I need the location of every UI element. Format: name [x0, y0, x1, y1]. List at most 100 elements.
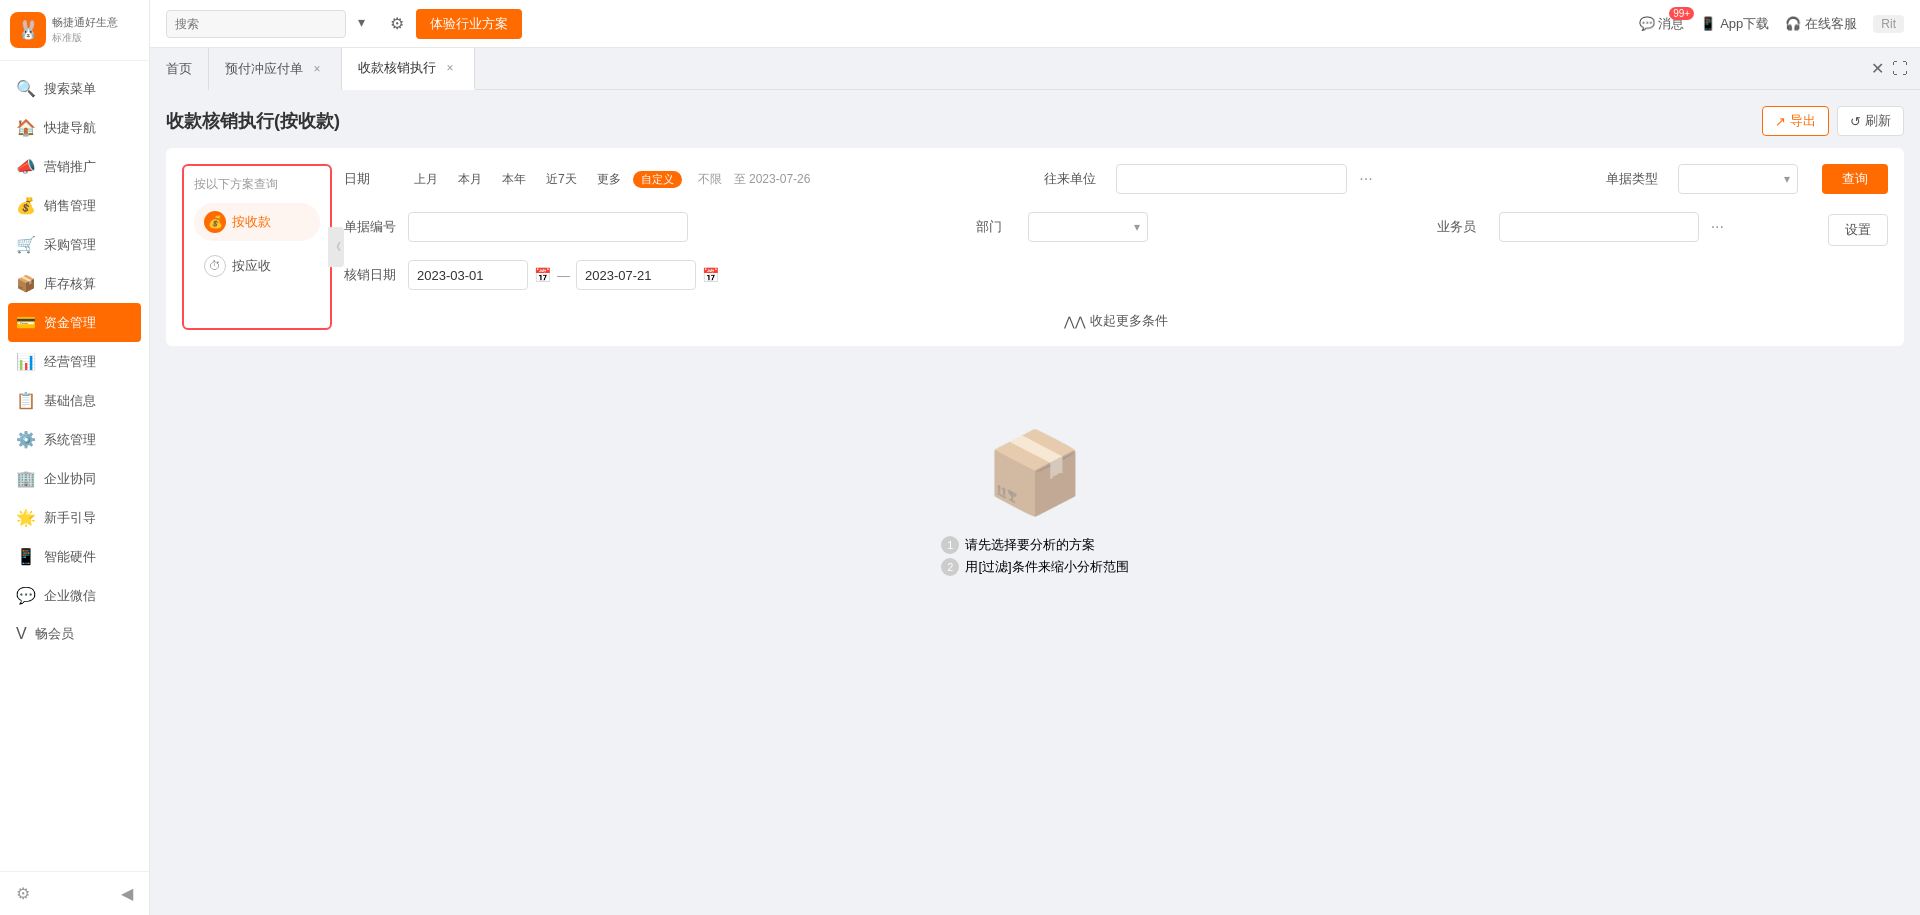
topbar-left: ▾ ⚙ 体验行业方案: [166, 9, 522, 39]
logo-icon: 🐰: [10, 12, 46, 48]
verify-date-label: 核销日期: [344, 266, 396, 284]
export-icon: ↗: [1775, 114, 1786, 129]
sales-more-icon[interactable]: ···: [1711, 218, 1724, 236]
dept-label: 部门: [976, 218, 1016, 236]
industry-btn[interactable]: 体验行业方案: [416, 9, 522, 39]
refresh-btn[interactable]: ↺ 刷新: [1837, 106, 1904, 136]
filter-sidebar: 按以下方案查询 💰 按收款 ⏱ 按应收 《: [182, 164, 332, 330]
tab-expand-icon[interactable]: ⛶: [1892, 60, 1908, 78]
system-icon: ⚙️: [16, 430, 36, 449]
sidebar-item-marketing[interactable]: 📣 营销推广: [0, 147, 149, 186]
tab-home[interactable]: 首页: [150, 48, 209, 90]
sidebar: 🐰 畅捷通好生意 标准版 🔍 搜索菜单 🏠 快捷导航 📣 营销推广 💰 销售管理…: [0, 0, 150, 915]
sidebar-item-inventory[interactable]: 📦 库存核算: [0, 264, 149, 303]
topbar-message[interactable]: 💬 消息 99+: [1639, 15, 1685, 33]
sidebar-item-guide[interactable]: 🌟 新手引导: [0, 498, 149, 537]
home-icon: 🏠: [16, 118, 36, 137]
empty-tip-2: 2 用[过滤]条件来缩小分析范围: [941, 558, 1128, 576]
date-label: 日期: [344, 170, 394, 188]
tab-collect-close[interactable]: ×: [442, 60, 458, 76]
doc-no-label: 单据编号: [344, 218, 396, 236]
filter-fields-container: 日期 上月 本月 本年 近7天 更多 自定义 不限 至 2023-07-26 往…: [344, 164, 1888, 330]
sidebar-item-hardware[interactable]: 📱 智能硬件: [0, 537, 149, 576]
empty-tip-1: 1 请先选择要分析的方案: [941, 536, 1128, 554]
operation-icon: 📊: [16, 352, 36, 371]
topbar-app-download[interactable]: 📱 App下载: [1700, 15, 1769, 33]
topbar-right: 💬 消息 99+ 📱 App下载 🎧 在线客服 Rit: [1639, 15, 1904, 33]
tab-prepay[interactable]: 预付冲应付单 ×: [209, 48, 342, 90]
page-title: 收款核销执行(按收款): [166, 109, 340, 133]
sidebar-item-operation[interactable]: 📊 经营管理: [0, 342, 149, 381]
verify-date-end-input[interactable]: [576, 260, 696, 290]
counterpart-input[interactable]: [1116, 164, 1347, 194]
sidebar-logo: 🐰 畅捷通好生意 标准版: [0, 0, 149, 61]
filter-sidebar-collapse-btn[interactable]: 《: [328, 227, 344, 267]
topbar-search-input[interactable]: [166, 10, 346, 38]
tab-close-all-icon[interactable]: ✕: [1871, 59, 1884, 78]
receivable-option-icon: ⏱: [204, 255, 226, 277]
doc-no-input[interactable]: [408, 212, 688, 242]
date-btn-more[interactable]: 更多: [589, 168, 629, 191]
date-btn-this-month[interactable]: 本月: [450, 168, 490, 191]
counterpart-label: 往来单位: [1044, 170, 1104, 188]
dept-select-wrap: [1028, 212, 1148, 242]
topbar-gear-icon[interactable]: ⚙: [390, 14, 404, 33]
page-title-bar: 收款核销执行(按收款) ↗ 导出 ↺ 刷新: [166, 106, 1904, 136]
export-btn[interactable]: ↗ 导出: [1762, 106, 1829, 136]
collapse-up-icon: ⋀⋀: [1064, 314, 1086, 329]
tabbar-actions: ✕ ⛶: [1871, 59, 1920, 78]
sidebar-footer: ⚙ ◀: [0, 871, 149, 915]
query-btn[interactable]: 查询: [1822, 164, 1888, 194]
collapse-more-btn[interactable]: ⋀⋀ 收起更多条件: [1064, 312, 1168, 330]
setting-btn[interactable]: 设置: [1828, 214, 1888, 246]
topbar-user[interactable]: Rit: [1873, 15, 1904, 33]
page-content: 收款核销执行(按收款) ↗ 导出 ↺ 刷新 按以下方案查询 💰 按收款: [150, 90, 1920, 915]
app-icon: 📱: [1700, 16, 1716, 31]
verify-date-range: 📅 — 📅: [408, 260, 719, 290]
sidebar-item-sales[interactable]: 💰 销售管理: [0, 186, 149, 225]
sidebar-item-basic[interactable]: 📋 基础信息: [0, 381, 149, 420]
verify-date-start-input[interactable]: [408, 260, 528, 290]
sidebar-item-system[interactable]: ⚙️ 系统管理: [0, 420, 149, 459]
message-icon: 💬: [1639, 16, 1655, 31]
dept-select[interactable]: [1028, 212, 1148, 242]
sales-icon: 💰: [16, 196, 36, 215]
inventory-icon: 📦: [16, 274, 36, 293]
verify-date-end-calendar-icon[interactable]: 📅: [702, 267, 719, 283]
filter-row-1: 日期 上月 本月 本年 近7天 更多 自定义 不限 至 2023-07-26 往…: [344, 164, 1888, 194]
empty-state: 📦 1 请先选择要分析的方案 2 用[过滤]条件来缩小分析范围: [166, 346, 1904, 660]
filter-option-by-collect[interactable]: 💰 按收款: [194, 203, 320, 241]
verify-date-start-calendar-icon[interactable]: 📅: [534, 267, 551, 283]
counterpart-more-icon[interactable]: ···: [1359, 170, 1372, 188]
tabbar: 首页 预付冲应付单 × 收款核销执行 × ✕ ⛶: [150, 48, 1920, 90]
filter-row-3: 核销日期 📅 — 📅: [344, 260, 1888, 290]
hardware-icon: 📱: [16, 547, 36, 566]
filter-option-by-receivable[interactable]: ⏱ 按应收: [194, 247, 320, 285]
date-quick-group: 上月 本月 本年 近7天 更多 自定义: [406, 168, 682, 191]
doc-type-select[interactable]: [1678, 164, 1798, 194]
sidebar-item-finance[interactable]: 💳 资金管理: [8, 303, 141, 342]
topbar-online-service[interactable]: 🎧 在线客服: [1785, 15, 1857, 33]
sidebar-item-quick-nav[interactable]: 🏠 快捷导航: [0, 108, 149, 147]
doc-type-label: 单据类型: [1606, 170, 1666, 188]
sidebar-item-enterprise[interactable]: 🏢 企业协同: [0, 459, 149, 498]
sidebar-item-search[interactable]: 🔍 搜索菜单: [0, 69, 149, 108]
sidebar-item-wechat[interactable]: 💬 企业微信: [0, 576, 149, 615]
sidebar-nav: 🔍 搜索菜单 🏠 快捷导航 📣 营销推广 💰 销售管理 🛒 采购管理 📦 库存核…: [0, 61, 149, 871]
sidebar-collapse-icon[interactable]: ◀: [121, 884, 133, 903]
main-area: ▾ ⚙ 体验行业方案 💬 消息 99+ 📱 App下载 🎧 在线客服 Rit 首…: [150, 0, 1920, 915]
date-btn-this-year[interactable]: 本年: [494, 168, 534, 191]
sidebar-item-vip[interactable]: V 畅会员: [0, 615, 149, 653]
tab-prepay-close[interactable]: ×: [309, 61, 325, 77]
date-btn-last-month[interactable]: 上月: [406, 168, 446, 191]
date-btn-7days[interactable]: 近7天: [538, 168, 585, 191]
filter-sidebar-title: 按以下方案查询: [194, 176, 320, 193]
tab-collect[interactable]: 收款核销执行 ×: [342, 48, 475, 90]
topbar-dropdown-icon[interactable]: ▾: [358, 14, 378, 34]
filter-row-2: 单据编号 部门 业务员 ··· 设置: [344, 208, 1888, 246]
sales-input[interactable]: [1499, 212, 1699, 242]
marketing-icon: 📣: [16, 157, 36, 176]
date-separator: —: [557, 268, 570, 283]
sidebar-settings-icon[interactable]: ⚙: [16, 884, 30, 903]
sidebar-item-purchase[interactable]: 🛒 采购管理: [0, 225, 149, 264]
